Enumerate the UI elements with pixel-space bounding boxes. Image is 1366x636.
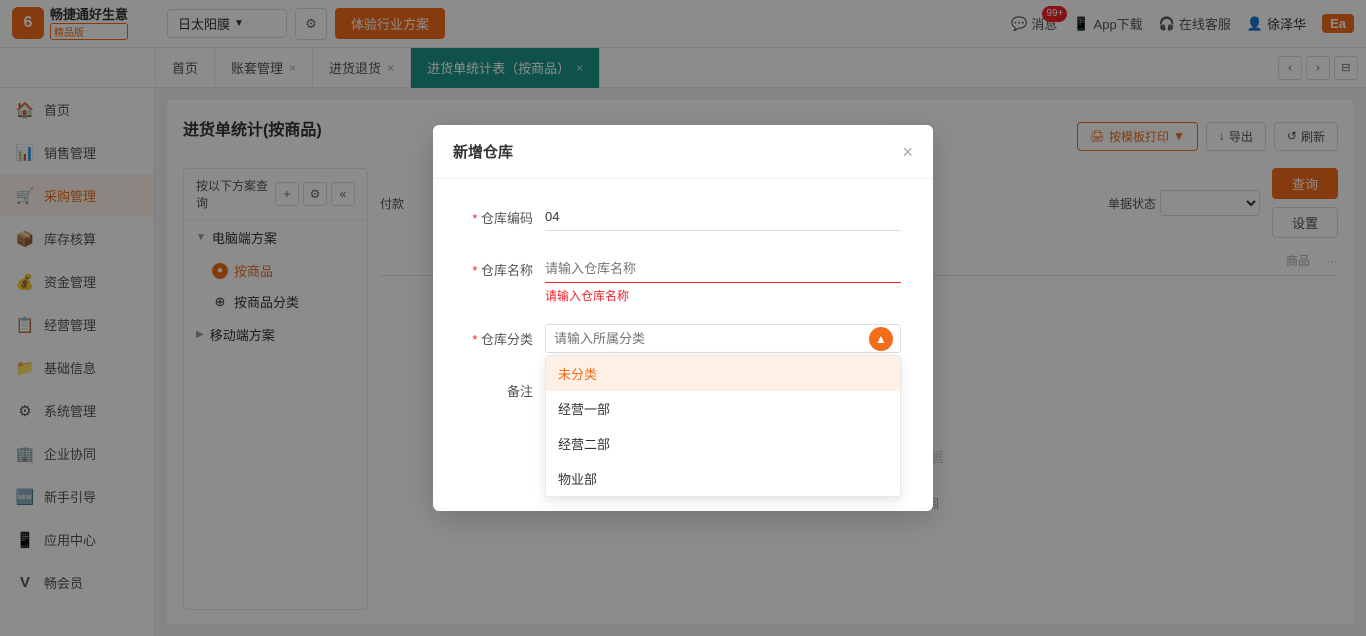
dropdown-option-dept1[interactable]: 经营一部 (546, 391, 900, 426)
warehouse-code-input[interactable] (545, 203, 901, 231)
form-row-code: 仓库编码 (465, 203, 901, 235)
warehouse-name-input[interactable] (545, 255, 901, 283)
modal-close-button[interactable]: × (902, 143, 913, 161)
notes-label: 备注 (465, 376, 545, 408)
modal-header: 新增仓库 × (433, 125, 933, 179)
name-label: 仓库名称 (465, 255, 545, 287)
dropdown-option-dept2[interactable]: 经营二部 (546, 426, 900, 461)
dropdown-option-property[interactable]: 物业部 (546, 461, 900, 496)
dropdown-option-uncategorized[interactable]: 未分类 (546, 356, 900, 391)
form-row-category: 仓库分类 ▲ 未分类 经营一部 经营二部 物业部 (465, 324, 901, 356)
modal-body: 仓库编码 仓库名称 请输入仓库名称 仓库分类 ▲ (433, 179, 933, 444)
form-row-name: 仓库名称 请输入仓库名称 (465, 255, 901, 304)
name-error-message: 请输入仓库名称 (545, 287, 901, 304)
category-dropdown: ▲ 未分类 经营一部 经营二部 物业部 (545, 324, 901, 353)
name-field-wrapper: 请输入仓库名称 (545, 255, 901, 304)
category-label: 仓库分类 (465, 324, 545, 356)
category-field-wrapper: ▲ 未分类 经营一部 经营二部 物业部 (545, 324, 901, 353)
new-warehouse-modal: 新增仓库 × 仓库编码 仓库名称 请输入仓库名称 仓库分类 (433, 125, 933, 511)
chevron-up-icon: ▲ (875, 332, 887, 346)
code-label: 仓库编码 (465, 203, 545, 235)
dropdown-toggle-button[interactable]: ▲ (869, 327, 893, 351)
modal-title: 新增仓库 (453, 141, 513, 162)
code-field-wrapper (545, 203, 901, 231)
category-dropdown-list: 未分类 经营一部 经营二部 物业部 (545, 355, 901, 497)
category-input[interactable] (545, 324, 901, 353)
